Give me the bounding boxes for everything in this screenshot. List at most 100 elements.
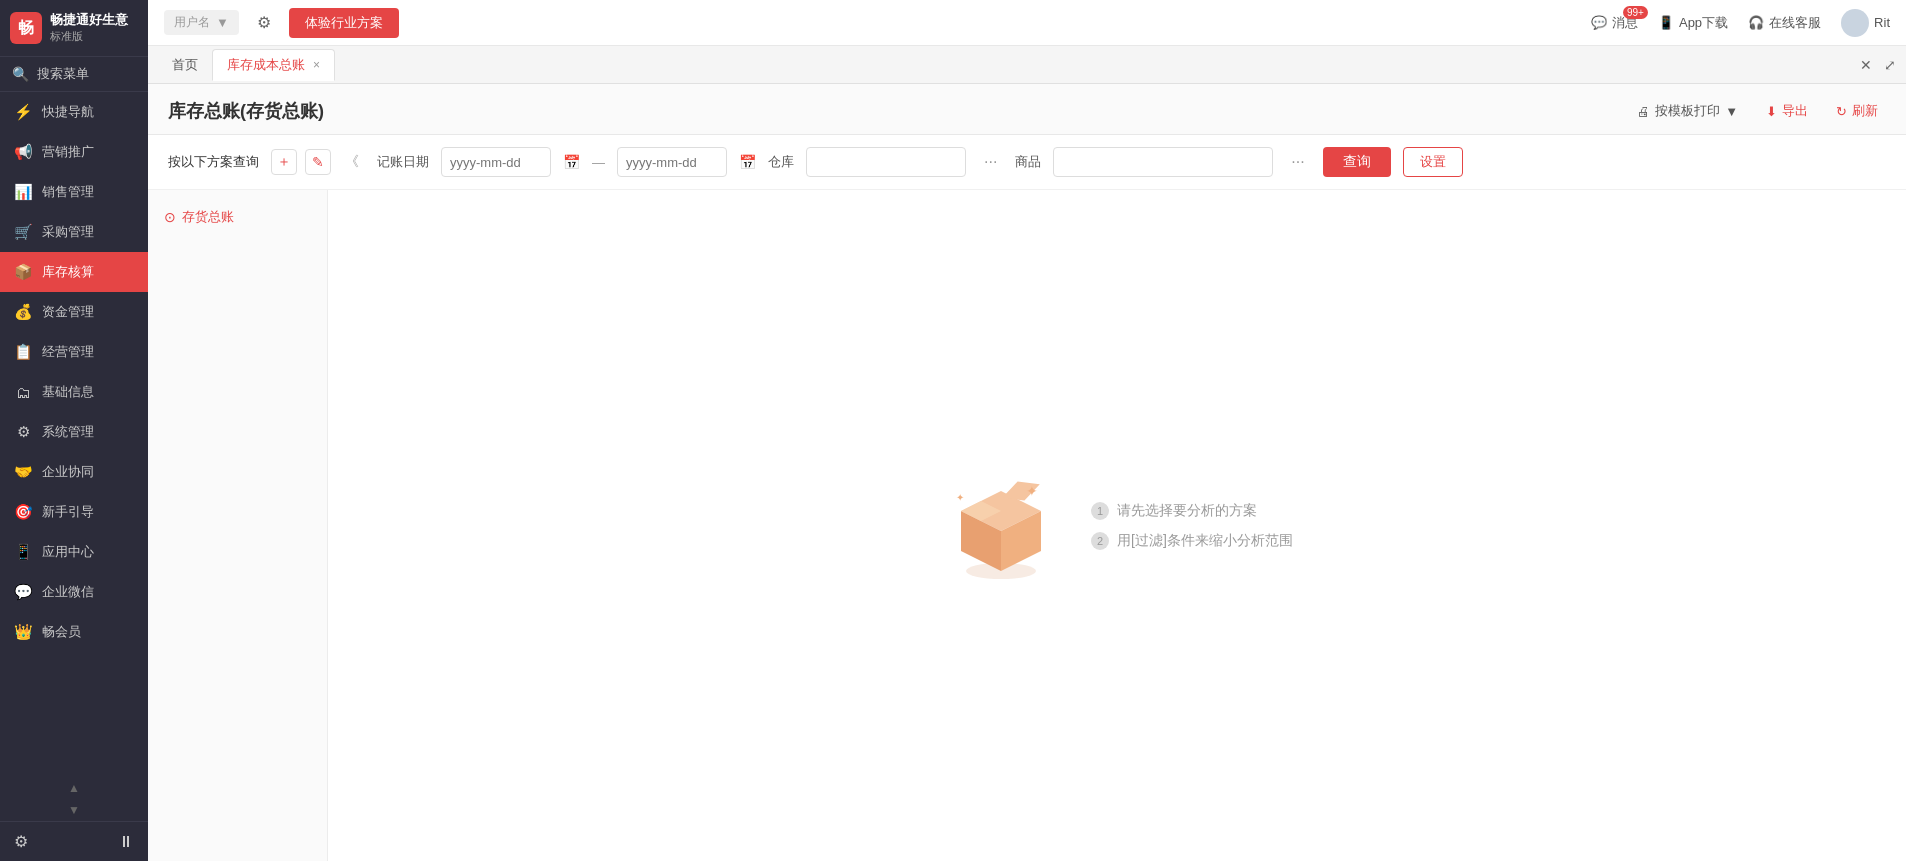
basic-info-icon: 🗂 xyxy=(14,384,32,401)
trial-button[interactable]: 体验行业方案 xyxy=(289,8,399,38)
wechat-icon: 💬 xyxy=(14,583,32,601)
message-icon: 💬 xyxy=(1591,15,1607,30)
cooperation-icon: 🤝 xyxy=(14,463,32,481)
warehouse-label: 仓库 xyxy=(768,153,794,171)
sidebar-item-wechat[interactable]: 💬 企业微信 xyxy=(0,572,148,612)
empty-state: ✦ ✦ 1 请先选择要分析的方案 2 用[过滤]条件来缩小分析范围 xyxy=(328,190,1906,861)
operation-icon: 📋 xyxy=(14,343,32,361)
export-button[interactable]: ⬇ 导出 xyxy=(1758,98,1816,124)
print-icon: 🖨 xyxy=(1637,104,1650,119)
user-profile[interactable]: Rit xyxy=(1841,9,1890,37)
print-button[interactable]: 🖨 按模板打印 ▼ xyxy=(1629,98,1746,124)
sidebar-nav: ⚡ 快捷导航 📢 营销推广 📊 销售管理 🛒 采购管理 📦 库存核算 💰 资金管… xyxy=(0,92,148,777)
edit-filter-button[interactable]: ✎ xyxy=(305,149,331,175)
sidebar: 畅 畅捷通好生意 标准版 🔍 搜索菜单 ⚡ 快捷导航 📢 营销推广 📊 销售管理… xyxy=(0,0,148,861)
query-button[interactable]: 查询 xyxy=(1323,147,1391,177)
product-input[interactable] xyxy=(1053,147,1273,177)
sidebar-item-finance[interactable]: 💰 资金管理 xyxy=(0,292,148,332)
sidebar-item-basic-info[interactable]: 🗂 基础信息 xyxy=(0,372,148,412)
filter-label: 按以下方案查询 xyxy=(168,153,259,171)
tab-bar-close-btn[interactable]: ✕ ⤢ xyxy=(1860,57,1896,73)
logo-text: 畅捷通好生意 标准版 xyxy=(50,12,128,43)
user-area[interactable]: 用户名 ▼ xyxy=(164,10,239,35)
filter-bar: 按以下方案查询 ＋ ✎ 《 记账日期 📅 — 📅 仓库 xyxy=(148,135,1906,190)
svg-text:✦: ✦ xyxy=(1026,483,1038,499)
empty-state-content: ✦ ✦ 1 请先选择要分析的方案 2 用[过滤]条件来缩小分析范围 xyxy=(941,466,1293,586)
search-icon: 🔍 xyxy=(12,66,29,82)
date-field-label: 记账日期 xyxy=(377,153,429,171)
guide-icon: 🎯 xyxy=(14,503,32,521)
collapse-filter-button[interactable]: 《 xyxy=(339,149,365,175)
calendar-from-icon[interactable]: 📅 xyxy=(563,154,580,170)
sidebar-item-member[interactable]: 👑 畅会员 xyxy=(0,612,148,652)
sidebar-item-app-center[interactable]: 📱 应用中心 xyxy=(0,532,148,572)
refresh-button[interactable]: ↻ 刷新 xyxy=(1828,98,1886,124)
message-item[interactable]: 💬 消息 99+ xyxy=(1591,14,1638,32)
inventory-icon: 📦 xyxy=(14,263,32,281)
sidebar-item-system[interactable]: ⚙ 系统管理 xyxy=(0,412,148,452)
page-title: 库存总账(存货总账) xyxy=(168,99,324,123)
home-tab[interactable]: 首页 xyxy=(158,49,212,81)
app-download-item[interactable]: 📱 App下载 xyxy=(1658,14,1728,32)
page-actions: 🖨 按模板打印 ▼ ⬇ 导出 ↻ 刷新 xyxy=(1629,98,1886,124)
empty-tip-2: 2 用[过滤]条件来缩小分析范围 xyxy=(1091,532,1293,550)
inventory-tab[interactable]: 库存成本总账 × xyxy=(212,49,335,81)
sidebar-search[interactable]: 🔍 搜索菜单 xyxy=(0,57,148,92)
system-icon: ⚙ xyxy=(14,423,32,441)
settings-button[interactable]: 设置 xyxy=(1403,147,1463,177)
calendar-to-icon[interactable]: 📅 xyxy=(739,154,756,170)
product-more-icon[interactable]: ··· xyxy=(1285,153,1310,171)
svg-text:✦: ✦ xyxy=(956,492,964,503)
warehouse-more-icon[interactable]: ··· xyxy=(978,153,1003,171)
sidebar-footer: ⚙ ⏸ xyxy=(0,821,148,861)
edit-icon: ✎ xyxy=(312,154,324,170)
finance-icon: 💰 xyxy=(14,303,32,321)
tab-close-icon[interactable]: × xyxy=(313,58,320,72)
marketing-icon: 📢 xyxy=(14,143,32,161)
top-header: 用户名 ▼ ⚙ 体验行业方案 💬 消息 99+ 📱 App下载 🎧 在线客服 xyxy=(148,0,1906,46)
sidebar-item-marketing[interactable]: 📢 营销推广 xyxy=(0,132,148,172)
empty-tip-1: 1 请先选择要分析的方案 xyxy=(1091,502,1293,520)
online-service-item[interactable]: 🎧 在线客服 xyxy=(1748,14,1821,32)
sidebar-scroll-up: ▲ xyxy=(0,777,148,799)
filter-actions: ＋ ✎ 《 xyxy=(271,149,365,175)
dropdown-arrow-icon: ▼ xyxy=(216,15,229,30)
member-icon: 👑 xyxy=(14,623,32,641)
tip-num-1: 1 xyxy=(1091,502,1109,520)
settings-gear-icon[interactable]: ⚙ xyxy=(14,832,28,851)
avatar xyxy=(1841,9,1869,37)
date-to-input[interactable] xyxy=(617,147,727,177)
quick-nav-icon: ⚡ xyxy=(14,103,32,121)
sidebar-item-cooperation[interactable]: 🤝 企业协同 xyxy=(0,452,148,492)
message-badge: 99+ xyxy=(1623,6,1648,19)
sidebar-item-operation[interactable]: 📋 经营管理 xyxy=(0,332,148,372)
date-from-input[interactable] xyxy=(441,147,551,177)
print-dropdown-icon: ▼ xyxy=(1725,104,1738,119)
export-icon: ⬇ xyxy=(1766,104,1777,119)
tab-bar: 首页 库存成本总账 × ✕ ⤢ xyxy=(148,46,1906,84)
sales-icon: 📊 xyxy=(14,183,32,201)
empty-illustration: ✦ ✦ xyxy=(941,466,1061,586)
app-center-icon: 📱 xyxy=(14,543,32,561)
empty-state-text: 1 请先选择要分析的方案 2 用[过滤]条件来缩小分析范围 xyxy=(1091,502,1293,550)
sidebar-item-purchase[interactable]: 🛒 采购管理 xyxy=(0,212,148,252)
sidebar-logo[interactable]: 畅 畅捷通好生意 标准版 xyxy=(0,0,148,57)
logo-icon: 畅 xyxy=(10,12,42,44)
warehouse-input[interactable] xyxy=(806,147,966,177)
expand-icon: ⤢ xyxy=(1884,57,1896,73)
sidebar-item-guide[interactable]: 🎯 新手引导 xyxy=(0,492,148,532)
purchase-icon: 🛒 xyxy=(14,223,32,241)
date-separator: — xyxy=(592,155,605,170)
username: Rit xyxy=(1874,15,1890,30)
collapse-icon[interactable]: ⏸ xyxy=(118,833,134,851)
close-icon: ✕ xyxy=(1860,57,1872,73)
tip-num-2: 2 xyxy=(1091,532,1109,550)
scheme-item-inventory-ledger[interactable]: ⊙ 存货总账 xyxy=(148,200,327,234)
sidebar-item-inventory[interactable]: 📦 库存核算 xyxy=(0,252,148,292)
add-filter-button[interactable]: ＋ xyxy=(271,149,297,175)
sidebar-item-sales[interactable]: 📊 销售管理 xyxy=(0,172,148,212)
scheme-icon: ⊙ xyxy=(164,209,176,225)
header-settings-button[interactable]: ⚙ xyxy=(249,8,279,38)
sidebar-item-quick-nav[interactable]: ⚡ 快捷导航 xyxy=(0,92,148,132)
header-left: 用户名 ▼ ⚙ 体验行业方案 xyxy=(164,8,399,38)
